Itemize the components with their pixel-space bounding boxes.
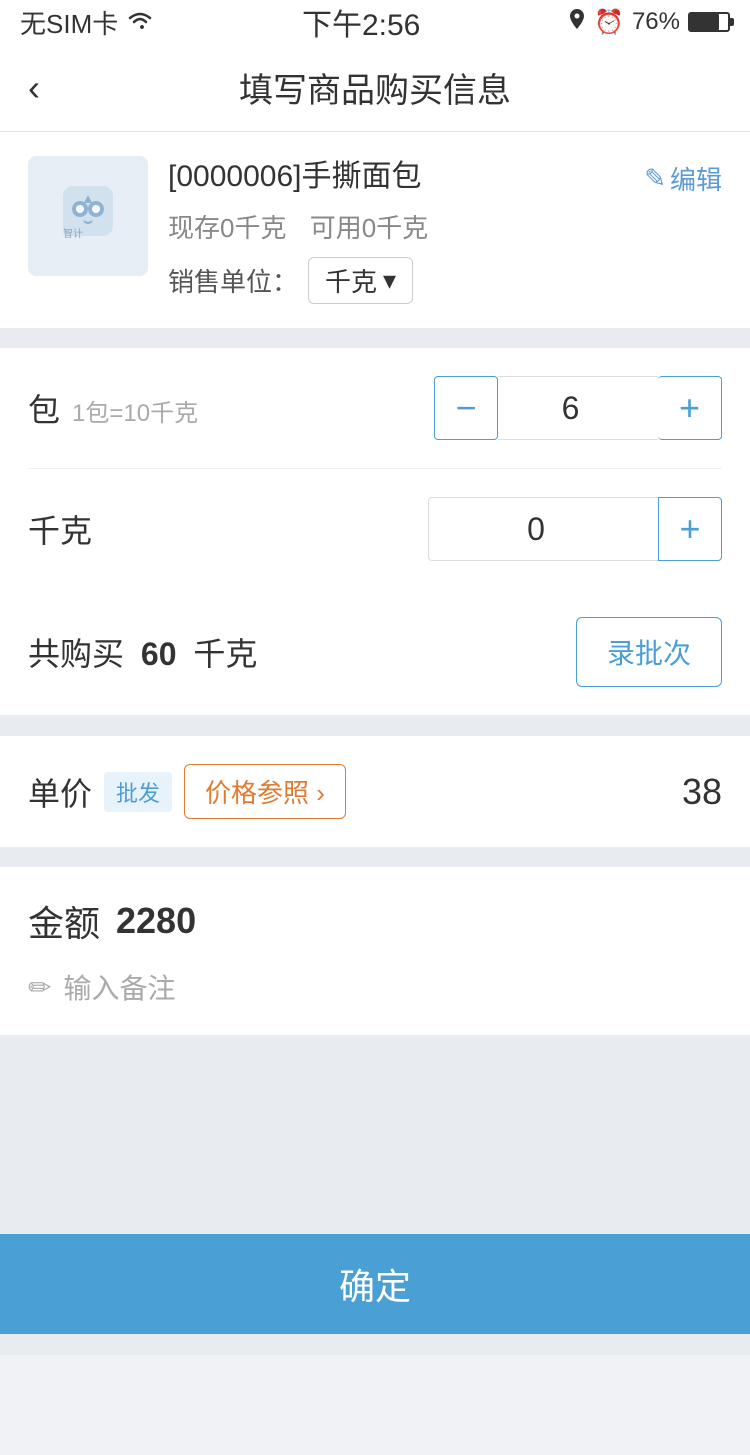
price-value: 38 — [682, 771, 722, 813]
dropdown-arrow-icon: ▾ — [383, 265, 396, 296]
bag-quantity-control: − + — [434, 376, 722, 440]
price-label: 单价 — [28, 769, 92, 815]
edit-icon: ✎ — [644, 163, 666, 194]
edit-button[interactable]: ✎ 编辑 — [644, 160, 722, 197]
bag-hint: 1包=10千克 — [72, 393, 198, 428]
amount-section: 金额 2280 ✏ 输入备注 — [0, 847, 750, 1035]
total-prefix: 共购买 — [28, 636, 124, 672]
status-bar: 无SIM卡 下午2:56 ⏰ 76% — [0, 0, 750, 44]
battery-percent: 76% — [632, 8, 680, 36]
quantity-input-section: 包 1包=10千克 − + 千克 + — [0, 348, 750, 589]
bag-increment-button[interactable]: + — [658, 376, 722, 440]
note-placeholder: 输入备注 — [63, 967, 175, 1007]
bag-label-group: 包 1包=10千克 — [28, 385, 198, 431]
section-divider-2 — [0, 715, 750, 735]
note-icon: ✏ — [28, 971, 51, 1004]
kg-label-group: 千克 — [28, 506, 92, 552]
product-card: 智计 [0000006]手撕面包 现存0千克 可用0千克 销售单位： 千克 ▾ … — [0, 132, 750, 328]
bag-decrement-button[interactable]: − — [434, 376, 498, 440]
kg-label: 千克 — [28, 506, 92, 552]
section-divider-1 — [0, 328, 750, 348]
batch-button[interactable]: 录批次 — [576, 617, 722, 687]
note-row[interactable]: ✏ 输入备注 — [28, 967, 722, 1007]
page-title: 填写商品购买信息 — [239, 63, 511, 112]
amount-label: 金额 — [28, 895, 100, 947]
confirm-button[interactable]: 确定 — [0, 1234, 750, 1334]
bag-input-row: 包 1包=10千克 − + — [28, 348, 722, 469]
product-image-placeholder: 智计 — [58, 181, 118, 251]
kg-quantity-input[interactable] — [428, 497, 658, 561]
kg-input-row: 千克 + — [28, 469, 722, 589]
price-tag: 批发 — [104, 772, 172, 812]
edit-label: 编辑 — [670, 160, 722, 197]
product-name: [0000006]手撕面包 — [168, 156, 722, 198]
bag-label: 包 — [28, 385, 60, 431]
product-unit-row: 销售单位： 千克 ▾ — [168, 257, 722, 304]
bag-quantity-input[interactable] — [498, 376, 658, 440]
product-image: 智计 — [28, 156, 148, 276]
status-right: ⏰ 76% — [568, 8, 730, 37]
nav-bar: ‹ 填写商品购买信息 — [0, 44, 750, 132]
kg-increment-button[interactable]: + — [658, 497, 722, 561]
total-quantity: 60 — [141, 636, 177, 672]
amount-row: 金额 2280 — [28, 895, 722, 947]
unit-dropdown[interactable]: 千克 ▾ — [308, 257, 413, 304]
unit-label: 销售单位： — [168, 262, 298, 299]
location-icon — [568, 8, 586, 37]
total-text: 共购买 60 千克 — [28, 629, 257, 675]
unit-value: 千克 — [325, 262, 377, 299]
product-info: [0000006]手撕面包 现存0千克 可用0千克 销售单位： 千克 ▾ — [168, 156, 722, 304]
product-stock: 现存0千克 可用0千克 — [168, 208, 722, 245]
wifi-icon — [126, 7, 154, 38]
svg-text:智计: 智计 — [63, 227, 83, 240]
status-time: 下午2:56 — [302, 0, 420, 44]
total-unit: 千克 — [193, 636, 257, 672]
battery-icon — [688, 12, 730, 32]
available-label: 可用0千克 — [310, 213, 428, 243]
price-ref-button[interactable]: 价格参照 › — [184, 764, 346, 819]
price-label-group: 单价 批发 价格参照 › — [28, 764, 346, 819]
carrier-label: 无SIM卡 — [20, 4, 118, 41]
kg-quantity-control: + — [428, 497, 722, 561]
price-section: 单价 批发 价格参照 › 38 — [0, 735, 750, 847]
alarm-icon: ⏰ — [594, 8, 624, 37]
total-section: 共购买 60 千克 录批次 — [0, 589, 750, 715]
status-left: 无SIM卡 — [20, 4, 154, 41]
stock-label: 现存0千克 — [168, 213, 286, 243]
amount-value: 2280 — [116, 900, 196, 942]
back-button[interactable]: ‹ — [28, 67, 40, 109]
